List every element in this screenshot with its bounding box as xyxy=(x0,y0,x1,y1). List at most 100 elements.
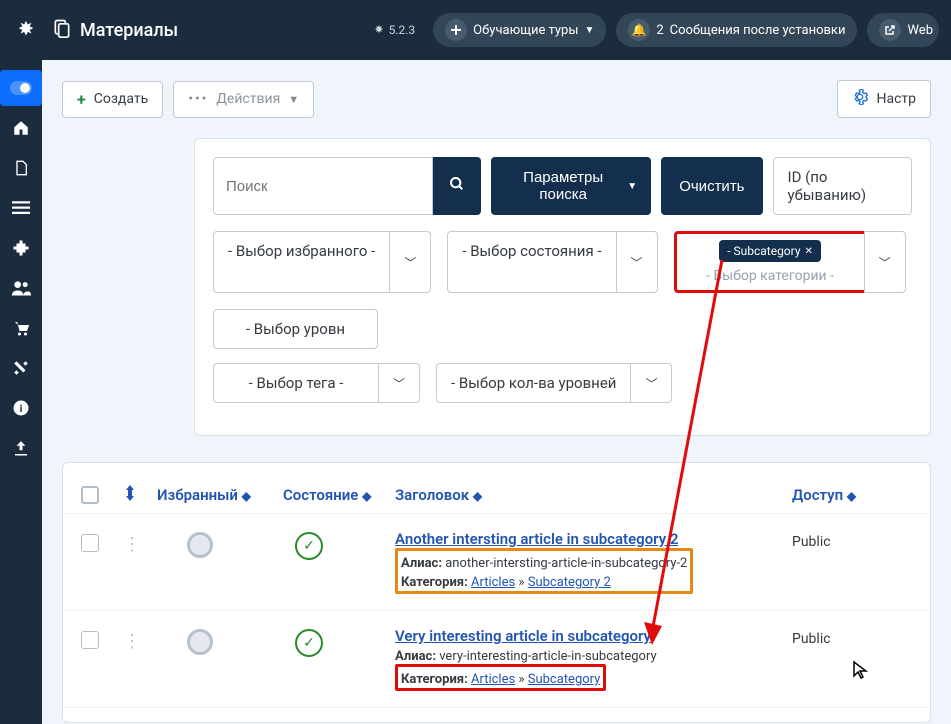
filter-featured-label: - Выбор избранного - xyxy=(213,231,389,293)
tours-pill[interactable]: Обучающие туры ▼ xyxy=(433,13,606,47)
sort-select[interactable]: ID (по убыванию) xyxy=(773,157,913,215)
category-tag-label: - Subcategory xyxy=(727,244,800,258)
filter-category-body: - Subcategory ✕ - Выбор категории - xyxy=(674,231,864,293)
cat-leaf-link[interactable]: Subcategory xyxy=(528,672,601,687)
chevron-down-icon[interactable]: ﹀ xyxy=(630,363,672,403)
rail-system[interactable] xyxy=(0,350,42,386)
actions-label: Действия xyxy=(216,91,280,107)
version-badge: 5.2.3 xyxy=(365,19,424,41)
rail-toggle[interactable] xyxy=(0,70,42,106)
gear-icon xyxy=(852,89,868,109)
remove-tag-icon[interactable]: ✕ xyxy=(805,246,813,257)
col-featured[interactable]: Избранный xyxy=(157,486,238,504)
clear-button[interactable]: Очистить xyxy=(661,157,762,215)
search-panel: Параметры поиска ▼ Очистить ID (по убыва… xyxy=(194,138,931,436)
drag-handle-icon[interactable]: ⋮ xyxy=(123,627,157,652)
create-button[interactable]: + Создать xyxy=(62,81,163,118)
cat-label: Категория: xyxy=(401,672,468,687)
page-title: Материалы xyxy=(80,20,178,41)
articles-table: Избранный ◆ Состояние ◆ Заголовок ◆ Дост… xyxy=(62,462,931,723)
featured-toggle[interactable] xyxy=(187,532,213,558)
cat-sep: » xyxy=(518,672,524,687)
cat-sep: » xyxy=(518,575,524,590)
settings-button[interactable]: Настр xyxy=(837,80,931,118)
external-link-icon xyxy=(879,19,901,41)
rail-users[interactable] xyxy=(0,270,42,306)
svg-text:i: i xyxy=(20,402,23,415)
notifications-pill[interactable]: 🔔 2 Сообщения после установки xyxy=(616,13,857,47)
row-checkbox[interactable] xyxy=(81,631,99,649)
filter-tag[interactable]: - Выбор тега - ﹀ xyxy=(213,363,420,403)
search-params-button[interactable]: Параметры поиска ▼ xyxy=(491,157,651,215)
chevron-down-icon[interactable]: ﹀ xyxy=(389,231,431,293)
filter-state-label: - Выбор состояния - xyxy=(447,231,615,293)
rail-home[interactable] xyxy=(0,110,42,146)
web-pill[interactable]: Web xyxy=(867,13,939,47)
create-label: Создать xyxy=(94,91,149,107)
sort-icon: ◆ xyxy=(362,489,371,503)
filter-category[interactable]: - Subcategory ✕ - Выбор категории - ﹀ xyxy=(674,231,906,293)
cursor-icon xyxy=(852,660,868,685)
search-input[interactable] xyxy=(213,157,433,215)
alias-value: very-interesting-article-in-subcategory xyxy=(439,649,656,664)
row-checkbox[interactable] xyxy=(81,534,99,552)
sort-icon: ◆ xyxy=(847,489,856,503)
access-value: Public xyxy=(792,530,912,550)
filter-max-levels[interactable]: - Выбор кол-ва уровней ﹀ xyxy=(436,363,672,403)
col-status[interactable]: Состояние xyxy=(283,486,358,504)
rail-cart[interactable] xyxy=(0,310,42,346)
status-toggle[interactable]: ✓ xyxy=(295,532,323,560)
filter-max-levels-label: - Выбор кол-ва уровней xyxy=(436,363,630,403)
rail-content[interactable] xyxy=(0,150,42,186)
search-button[interactable] xyxy=(433,157,481,215)
joomla-logo-icon[interactable] xyxy=(12,16,40,44)
cat-leaf-link[interactable]: Subcategory 2 xyxy=(528,575,611,590)
rail-components[interactable] xyxy=(0,230,42,266)
web-label: Web xyxy=(907,23,933,38)
chevron-down-icon[interactable]: ﹀ xyxy=(378,363,420,403)
cat-root-link[interactable]: Articles xyxy=(471,575,515,590)
drag-handle-icon[interactable]: ⋮ xyxy=(123,530,157,555)
filter-level-label: - Выбор уровн xyxy=(213,309,378,349)
sort-icon: ◆ xyxy=(473,489,482,503)
alias-value: another-intersting-article-in-subcategor… xyxy=(445,556,687,571)
filter-featured[interactable]: - Выбор избранного - ﹀ xyxy=(213,231,431,293)
plus-icon: + xyxy=(77,90,86,109)
rail-menus[interactable] xyxy=(0,190,42,226)
chevron-down-icon[interactable]: ﹀ xyxy=(616,231,658,293)
bell-icon: 🔔 xyxy=(628,19,650,41)
rail-upload[interactable] xyxy=(0,430,42,466)
category-placeholder: - Выбор категории - xyxy=(687,268,854,284)
sort-icon: ◆ xyxy=(242,489,251,503)
chevron-down-icon: ▼ xyxy=(584,25,594,36)
access-value: Public xyxy=(792,627,912,647)
content-icon xyxy=(52,18,72,43)
article-title-link[interactable]: Very interesting article in subcategory xyxy=(395,627,651,645)
select-all-checkbox[interactable] xyxy=(81,486,99,504)
cat-root-link[interactable]: Articles xyxy=(471,672,515,687)
rail-info[interactable]: i xyxy=(0,390,42,426)
filter-level[interactable]: - Выбор уровн xyxy=(213,309,378,349)
table-row: ⋮ ✓ Very interesting article in subcateg… xyxy=(63,611,930,708)
actions-button[interactable]: ••• Действия ▼ xyxy=(173,81,314,118)
alias-label: Алиас: xyxy=(395,649,436,664)
col-access[interactable]: Доступ xyxy=(792,486,843,504)
post-install-label: Сообщения после установки xyxy=(670,23,846,38)
article-title-link[interactable]: Another intersting article in subcategor… xyxy=(395,530,678,548)
version-text: 5.2.3 xyxy=(389,23,416,37)
sort-order-icon[interactable] xyxy=(123,485,137,505)
category-tag[interactable]: - Subcategory ✕ xyxy=(719,240,821,262)
tours-icon xyxy=(445,19,467,41)
settings-label: Настр xyxy=(876,91,916,107)
featured-toggle[interactable] xyxy=(187,629,213,655)
table-row: ⋮ ✓ Another intersting article in subcat… xyxy=(63,514,930,611)
chevron-down-icon[interactable]: ﹀ xyxy=(864,231,906,293)
alias-label: Алиас: xyxy=(401,556,442,571)
status-toggle[interactable]: ✓ xyxy=(295,629,323,657)
col-title[interactable]: Заголовок xyxy=(395,486,469,504)
filter-state[interactable]: - Выбор состояния - ﹀ xyxy=(447,231,657,293)
params-label: Параметры поиска xyxy=(505,169,621,203)
tours-label: Обучающие туры xyxy=(473,23,578,38)
chevron-down-icon: ▼ xyxy=(627,181,637,192)
chevron-down-icon: ▼ xyxy=(288,93,299,106)
